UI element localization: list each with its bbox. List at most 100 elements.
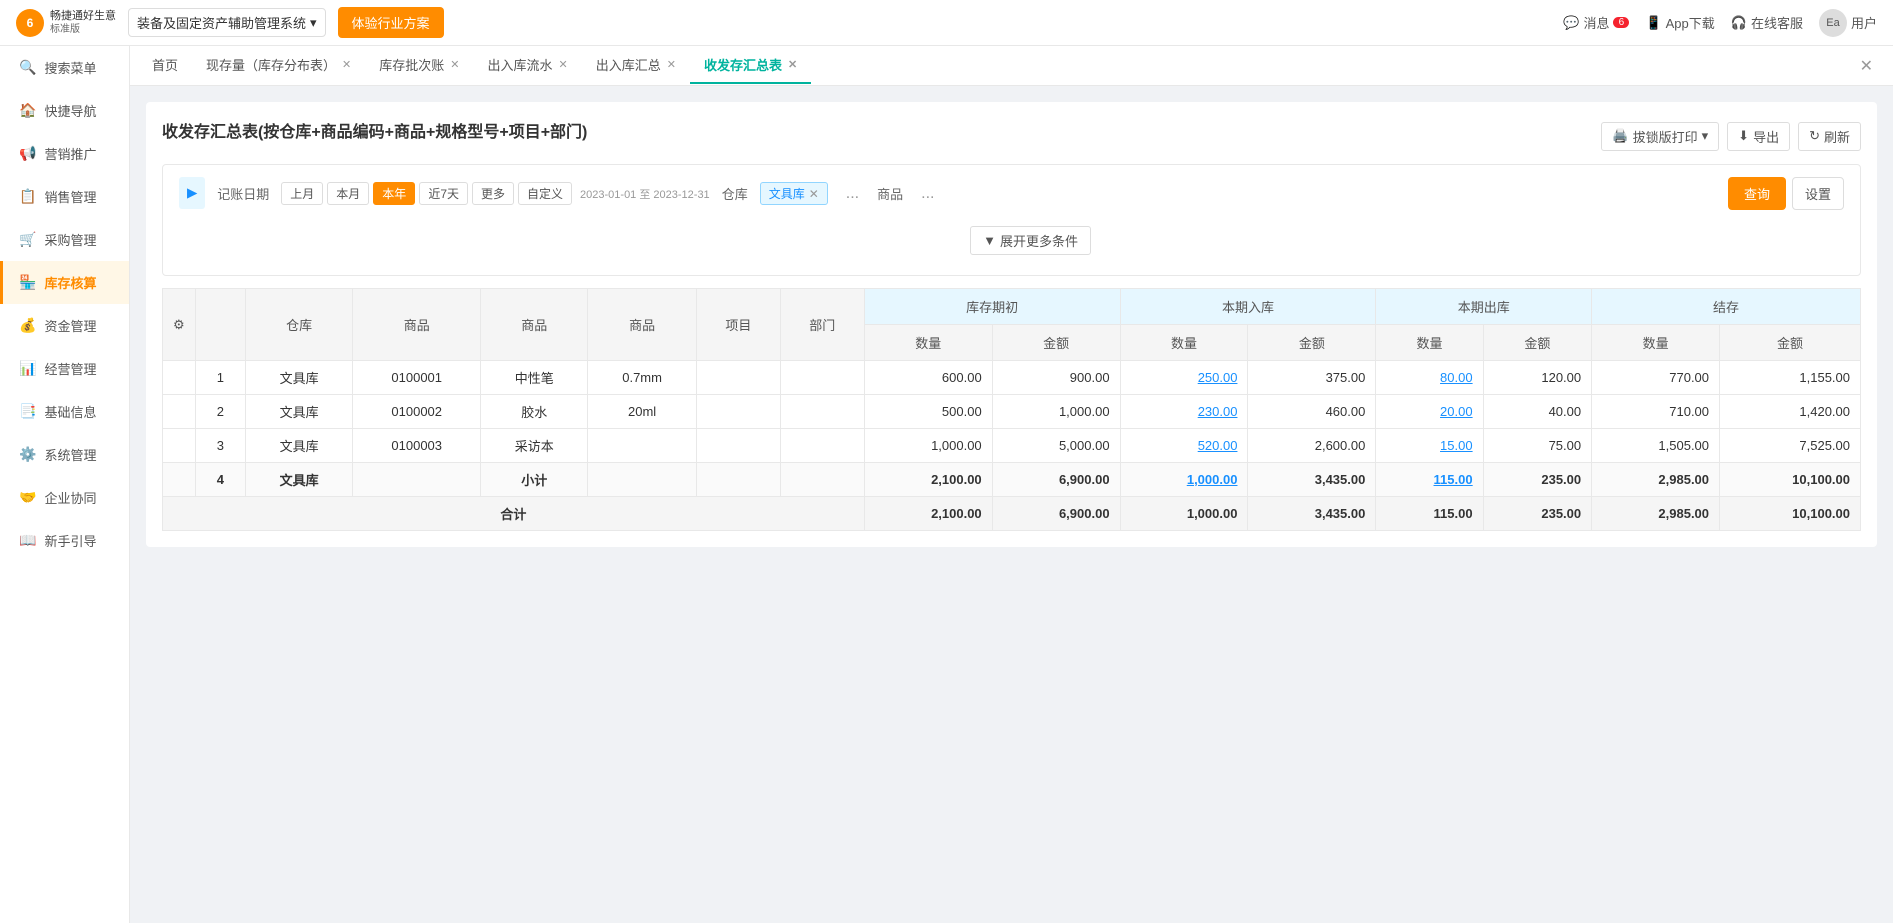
warehouse-value: 文具库 xyxy=(769,185,805,202)
sidebar-item-finance[interactable]: 💰 资金管理 xyxy=(0,304,129,347)
row-out-amt: 40.00 xyxy=(1483,395,1592,429)
message-badge: 6 xyxy=(1613,17,1629,28)
product-label: 商品 xyxy=(877,184,903,203)
date-btn-custom[interactable]: 自定义 xyxy=(518,182,572,205)
row-in-qty[interactable]: 250.00 xyxy=(1120,361,1248,395)
col-header-product-name: 商品 xyxy=(481,289,588,361)
sub-seq: 4 xyxy=(195,463,245,497)
total-close-qty: 2,985.00 xyxy=(1592,497,1720,531)
row-in-qty[interactable]: 520.00 xyxy=(1120,429,1248,463)
row-out-qty[interactable]: 80.00 xyxy=(1376,361,1483,395)
total-close-amt: 10,100.00 xyxy=(1720,497,1861,531)
row-open-qty: 1,000.00 xyxy=(864,429,992,463)
table-row: 1 文具库 0100001 中性笔 0.7mm 600.00 900.00 25… xyxy=(163,361,1861,395)
close-all-tabs-button[interactable]: ✕ xyxy=(1848,56,1885,76)
warehouse-tag: 文具库 ✕ xyxy=(760,182,828,205)
product-ellipsis-button[interactable]: ... xyxy=(915,183,940,205)
tab-close-batch[interactable]: ✕ xyxy=(450,58,459,71)
subtotal-row: 4 文具库 小计 2,100.00 6,900.00 1,000.00 3,43… xyxy=(163,463,1861,497)
col-header-close-amt: 金额 xyxy=(1720,325,1861,361)
tab-home[interactable]: 首页 xyxy=(138,47,192,84)
filter-right-actions: 查询 设置 xyxy=(1728,177,1844,210)
row-dept xyxy=(780,395,864,429)
sidebar-item-guide[interactable]: 📖 新手引导 xyxy=(0,519,129,562)
date-btn-more[interactable]: 更多 xyxy=(472,182,514,205)
settings-icon[interactable]: ⚙ xyxy=(173,317,185,332)
sub-close-amt: 10,100.00 xyxy=(1720,463,1861,497)
filter-toggle-button[interactable]: ▶ xyxy=(179,177,205,209)
row-name: 胶水 xyxy=(481,395,588,429)
online-service-button[interactable]: 🎧 在线客服 xyxy=(1731,13,1803,32)
row-out-qty[interactable]: 15.00 xyxy=(1376,429,1483,463)
filter-inner: 记账日期 上月 本月 本年 近7天 更多 自定义 2023-01-01 至 20… xyxy=(205,177,1844,263)
sidebar-item-label: 采购管理 xyxy=(44,230,96,249)
sidebar-item-marketing[interactable]: 📢 营销推广 xyxy=(0,132,129,175)
col-header-out-amt: 金额 xyxy=(1483,325,1592,361)
sidebar-item-operations[interactable]: 📊 经营管理 xyxy=(0,347,129,390)
date-btn-7days[interactable]: 近7天 xyxy=(419,182,468,205)
experience-button[interactable]: 体验行业方案 xyxy=(338,7,444,38)
setting-button[interactable]: 设置 xyxy=(1792,177,1844,210)
sidebar-item-quick-nav[interactable]: 🏠 快捷导航 xyxy=(0,89,129,132)
date-btn-this-month[interactable]: 本月 xyxy=(327,182,369,205)
print-button[interactable]: 🖨️ 拔锁版打印 ▾ xyxy=(1601,122,1719,151)
row-out-amt: 120.00 xyxy=(1483,361,1592,395)
page-header: 收发存汇总表(按仓库+商品编码+商品+规格型号+项目+部门) 🖨️ 拔锁版打印 … xyxy=(162,118,1861,154)
row-project xyxy=(696,429,780,463)
row-close-amt: 7,525.00 xyxy=(1720,429,1861,463)
sales-icon: 📋 xyxy=(19,188,36,205)
col-header-seq xyxy=(195,289,245,361)
warehouse-remove-button[interactable]: ✕ xyxy=(809,187,819,201)
date-btn-this-year[interactable]: 本年 xyxy=(373,182,415,205)
logo-text: 畅捷通好生意 标准版 xyxy=(50,9,116,36)
app-download-button[interactable]: 📱 App下载 xyxy=(1645,13,1714,32)
row-open-amt: 5,000.00 xyxy=(992,429,1120,463)
row-out-qty[interactable]: 20.00 xyxy=(1376,395,1483,429)
row-name: 采访本 xyxy=(481,429,588,463)
expand-conditions-button[interactable]: ▼ 展开更多条件 xyxy=(970,226,1091,255)
phone-icon: 📱 xyxy=(1645,15,1661,31)
sidebar-item-sales[interactable]: 📋 销售管理 xyxy=(0,175,129,218)
system-selector[interactable]: 装备及固定资产辅助管理系统 ▾ xyxy=(128,8,326,37)
col-header-product-spec: 商品 xyxy=(588,289,696,361)
tab-recv-send-summary[interactable]: 收发存汇总表 ✕ xyxy=(690,47,811,84)
col-header-in-qty: 数量 xyxy=(1120,325,1248,361)
sidebar-item-label: 资金管理 xyxy=(44,316,96,335)
logo: 6 畅捷通好生意 标准版 xyxy=(16,9,116,37)
tab-close-stock-dist[interactable]: ✕ xyxy=(342,58,351,71)
sidebar-item-basic-info[interactable]: 📑 基础信息 xyxy=(0,390,129,433)
row-in-qty[interactable]: 230.00 xyxy=(1120,395,1248,429)
sub-in-qty[interactable]: 1,000.00 xyxy=(1120,463,1248,497)
sidebar-item-label: 企业协同 xyxy=(44,488,96,507)
guide-icon: 📖 xyxy=(19,532,36,549)
tab-stock-dist[interactable]: 现存量（库存分布表） ✕ xyxy=(192,47,365,84)
sidebar-item-inventory[interactable]: 🏪 库存核算 xyxy=(0,261,129,304)
tab-inout-flow[interactable]: 出入库流水 ✕ xyxy=(473,47,581,84)
sub-spec xyxy=(588,463,696,497)
refresh-button[interactable]: ↻ 刷新 xyxy=(1798,122,1861,151)
export-button[interactable]: ⬇ 导出 xyxy=(1727,122,1790,151)
sidebar-item-collab[interactable]: 🤝 企业协同 xyxy=(0,476,129,519)
col-header-close-qty: 数量 xyxy=(1592,325,1720,361)
tab-close-inout-summary[interactable]: ✕ xyxy=(667,58,676,71)
sidebar-item-purchase[interactable]: 🛒 采购管理 xyxy=(0,218,129,261)
tab-close-inout-flow[interactable]: ✕ xyxy=(559,58,568,71)
sub-out-qty[interactable]: 115.00 xyxy=(1376,463,1483,497)
tab-close-recv-send-summary[interactable]: ✕ xyxy=(788,58,797,71)
total-row: 合计 2,100.00 6,900.00 1,000.00 3,435.00 1… xyxy=(163,497,1861,531)
sidebar-item-label: 搜索菜单 xyxy=(44,58,96,77)
sidebar-item-search[interactable]: 🔍 搜索菜单 xyxy=(0,46,129,89)
row-project xyxy=(696,361,780,395)
user-menu-button[interactable]: Ea 用户 xyxy=(1819,9,1877,37)
date-btn-last-month[interactable]: 上月 xyxy=(281,182,323,205)
total-in-qty: 1,000.00 xyxy=(1120,497,1248,531)
tab-inout-summary[interactable]: 出入库汇总 ✕ xyxy=(582,47,690,84)
messages-button[interactable]: 💬 消息 6 xyxy=(1563,13,1629,32)
tab-batch[interactable]: 库存批次账 ✕ xyxy=(365,47,473,84)
warehouse-ellipsis-button[interactable]: ... xyxy=(840,183,865,205)
sidebar-item-system[interactable]: ⚙️ 系统管理 xyxy=(0,433,129,476)
row-close-amt: 1,420.00 xyxy=(1720,395,1861,429)
row-in-amt: 460.00 xyxy=(1248,395,1376,429)
row-settings xyxy=(163,395,196,429)
query-button[interactable]: 查询 xyxy=(1728,177,1786,210)
